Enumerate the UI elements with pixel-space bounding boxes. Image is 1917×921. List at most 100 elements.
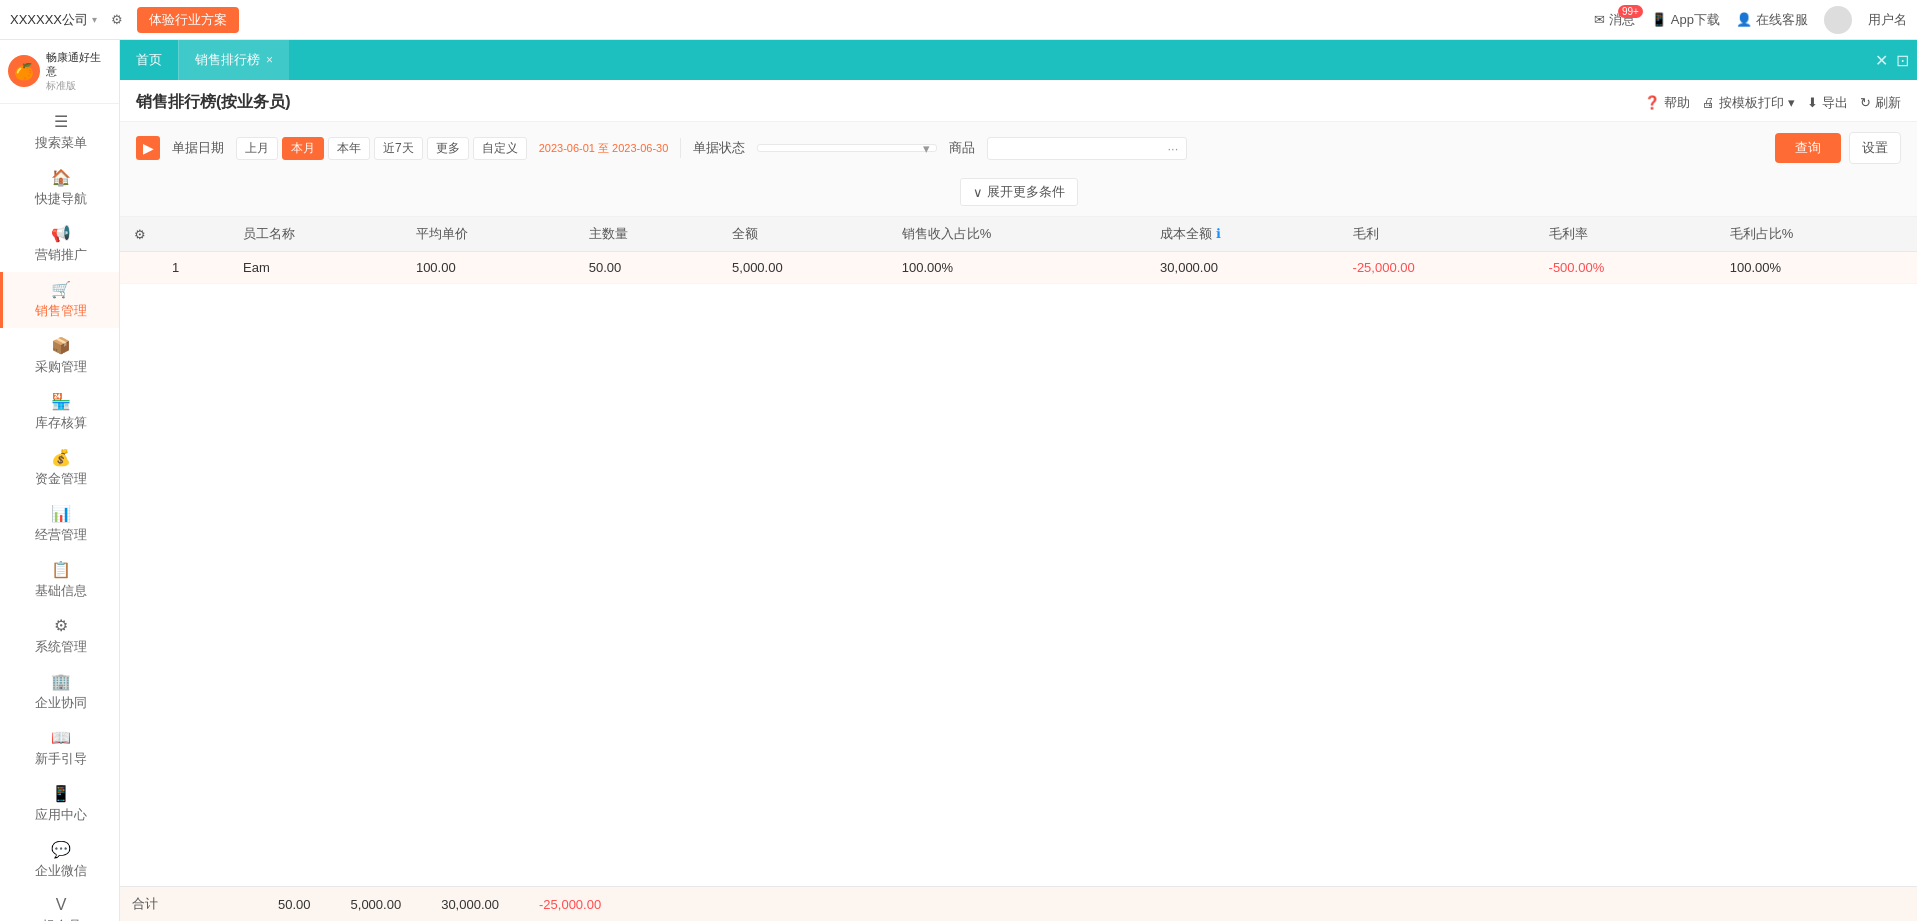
sidebar-label-inventory: 库存核算 [35, 414, 87, 432]
sidebar-label-quick: 快捷导航 [35, 190, 87, 208]
tab-close-icon[interactable]: × [266, 53, 273, 67]
export-icon: ⬇ [1807, 95, 1818, 110]
header-right: ✉ 消息 99+ 📱 App下载 👤 在线客服 用户名 [1594, 6, 1907, 34]
operations-icon: 📊 [51, 504, 71, 523]
online-service-button[interactable]: 👤 在线客服 [1736, 11, 1808, 29]
date-range: 2023-06-01 至 2023-06-30 [539, 141, 669, 156]
tab-controls: ✕ ⊡ [1867, 51, 1917, 70]
print-button[interactable]: 🖨 按模板打印 ▾ [1702, 94, 1795, 112]
date-btn-custom[interactable]: 自定义 [473, 137, 527, 160]
date-btn-this-year[interactable]: 本年 [328, 137, 370, 160]
date-btn-this-month[interactable]: 本月 [282, 137, 324, 160]
col-margin-pct: 毛利占比% [1718, 217, 1917, 252]
refresh-label: 刷新 [1875, 94, 1901, 112]
col-avg-price: 平均单价 [404, 217, 577, 252]
sidebar-item-base[interactable]: 📋 基础信息 [0, 552, 119, 608]
logo-sub: 标准版 [46, 79, 111, 93]
finance-icon: 💰 [51, 448, 71, 467]
col-sales-pct: 销售收入占比% [890, 217, 1148, 252]
logo-icon: 🍊 [8, 55, 40, 87]
cost-info-icon[interactable]: ℹ [1216, 226, 1221, 241]
print-icon: 🖨 [1702, 95, 1715, 110]
sidebar-item-quick[interactable]: 🏠 快捷导航 [0, 160, 119, 216]
sidebar-item-enterprise[interactable]: 🏢 企业协同 [0, 664, 119, 720]
footer-label: 合计 [132, 895, 158, 913]
sidebar-item-system[interactable]: ⚙ 系统管理 [0, 608, 119, 664]
cell-profit: -25,000.00 [1341, 252, 1537, 284]
sidebar-item-finance[interactable]: 💰 资金管理 [0, 440, 119, 496]
date-btn-more[interactable]: 更多 [427, 137, 469, 160]
tab-sales-label: 销售排行榜 [195, 51, 260, 69]
sidebar-item-purchase[interactable]: 📦 采购管理 [0, 328, 119, 384]
sidebar-item-sales[interactable]: 🛒 销售管理 [0, 272, 119, 328]
sidebar-item-member[interactable]: V 畅会员 [0, 888, 119, 921]
sidebar-item-appstore[interactable]: 📱 应用中心 [0, 776, 119, 832]
tab-sales-ranking[interactable]: 销售排行榜 × [179, 40, 289, 80]
export-button[interactable]: ⬇ 导出 [1807, 94, 1848, 112]
sidebar: 🍊 畅康通好生意 标准版 ☰ 搜索菜单 🏠 快捷导航 📢 营销推广 🛒 销售管理… [0, 40, 120, 921]
username: 用户名 [1868, 11, 1907, 29]
sidebar-label-appstore: 应用中心 [35, 806, 87, 824]
sidebar-item-inventory[interactable]: 🏪 库存核算 [0, 384, 119, 440]
sidebar-item-marketing[interactable]: 📢 营销推广 [0, 216, 119, 272]
settings-icon[interactable]: ⚙ [105, 8, 129, 32]
sidebar-label-base: 基础信息 [35, 582, 87, 600]
goods-input[interactable]: ··· [987, 137, 1187, 160]
help-icon: ❓ [1644, 95, 1660, 110]
filter-right: 查询 设置 [1775, 132, 1901, 164]
filter-row: ▶ 单据日期 上月 本月 本年 近7天 更多 自定义 2023-06-01 至 … [136, 132, 1901, 164]
date-filter: 上月 本月 本年 近7天 更多 自定义 [236, 137, 527, 160]
message-button[interactable]: ✉ 消息 99+ [1594, 11, 1635, 29]
guide-icon: 📖 [51, 728, 71, 747]
page-header: 销售排行榜(按业务员) ❓ 帮助 🖨 按模板打印 ▾ ⬇ 导出 [120, 80, 1917, 122]
company-selector[interactable]: XXXXXX公司 ▾ [10, 11, 97, 29]
sales-icon: 🛒 [51, 280, 71, 299]
footer-amount: 5,000.00 [351, 897, 402, 912]
date-btn-7days[interactable]: 近7天 [374, 137, 423, 160]
filter-toggle-btn[interactable]: ▶ [136, 136, 160, 160]
ranking-table: ⚙ 员工名称 平均单价 主数量 全额 销售收入占比% 成本全额 ℹ 毛利 毛利率… [120, 217, 1917, 284]
sidebar-item-search[interactable]: ☰ 搜索菜单 [0, 104, 119, 160]
refresh-icon: ↻ [1860, 95, 1871, 110]
settings-button[interactable]: 设置 [1849, 132, 1901, 164]
help-button[interactable]: ❓ 帮助 [1644, 94, 1690, 112]
chevron-down-icon: ▾ [92, 14, 97, 25]
col-name: 员工名称 [231, 217, 404, 252]
col-profit: 毛利 [1341, 217, 1537, 252]
wechat-icon: 💬 [51, 840, 71, 859]
cell-sales-pct: 100.00% [890, 252, 1148, 284]
tab-bar: 首页 销售排行榜 × ✕ ⊡ [120, 40, 1917, 80]
status-select[interactable]: ▾ [757, 144, 937, 152]
col-amount: 全额 [720, 217, 890, 252]
cell-margin-pct: 100.00% [1718, 252, 1917, 284]
sidebar-item-operations[interactable]: 📊 经营管理 [0, 496, 119, 552]
tab-home[interactable]: 首页 [120, 40, 179, 80]
sidebar-label-marketing: 营销推广 [35, 246, 87, 264]
table-container: ⚙ 员工名称 平均单价 主数量 全额 销售收入占比% 成本全额 ℹ 毛利 毛利率… [120, 217, 1917, 886]
print-label: 按模板打印 [1719, 94, 1784, 112]
sidebar-item-wechat[interactable]: 💬 企业微信 [0, 832, 119, 888]
page-content: 销售排行榜(按业务员) ❓ 帮助 🖨 按模板打印 ▾ ⬇ 导出 [120, 80, 1917, 921]
cell-rank: 1 [160, 252, 231, 284]
date-btn-last-month[interactable]: 上月 [236, 137, 278, 160]
system-icon: ⚙ [54, 616, 68, 635]
avatar[interactable] [1824, 6, 1852, 34]
refresh-button[interactable]: ↻ 刷新 [1860, 94, 1901, 112]
expand-filter-btn[interactable]: ∨ 展开更多条件 [960, 178, 1078, 206]
sidebar-item-guide[interactable]: 📖 新手引导 [0, 720, 119, 776]
window-close-icon[interactable]: ✕ [1875, 51, 1888, 70]
query-button[interactable]: 查询 [1775, 133, 1841, 163]
app-label: App下载 [1671, 11, 1720, 29]
app-download-button[interactable]: 📱 App下载 [1651, 11, 1720, 29]
sidebar-label-guide: 新手引导 [35, 750, 87, 768]
window-expand-icon[interactable]: ⊡ [1896, 51, 1909, 70]
sidebar-label-sales: 销售管理 [35, 302, 87, 320]
status-filter: ▾ [757, 144, 937, 152]
trial-button[interactable]: 体验行业方案 [137, 7, 239, 33]
goods-more-icon[interactable]: ··· [1162, 141, 1179, 156]
col-settings[interactable]: ⚙ [120, 217, 160, 252]
service-icon: 👤 [1736, 12, 1752, 27]
page-title: 销售排行榜(按业务员) [136, 92, 291, 113]
col-cost: 成本全额 ℹ [1148, 217, 1340, 252]
col-rank [160, 217, 231, 252]
